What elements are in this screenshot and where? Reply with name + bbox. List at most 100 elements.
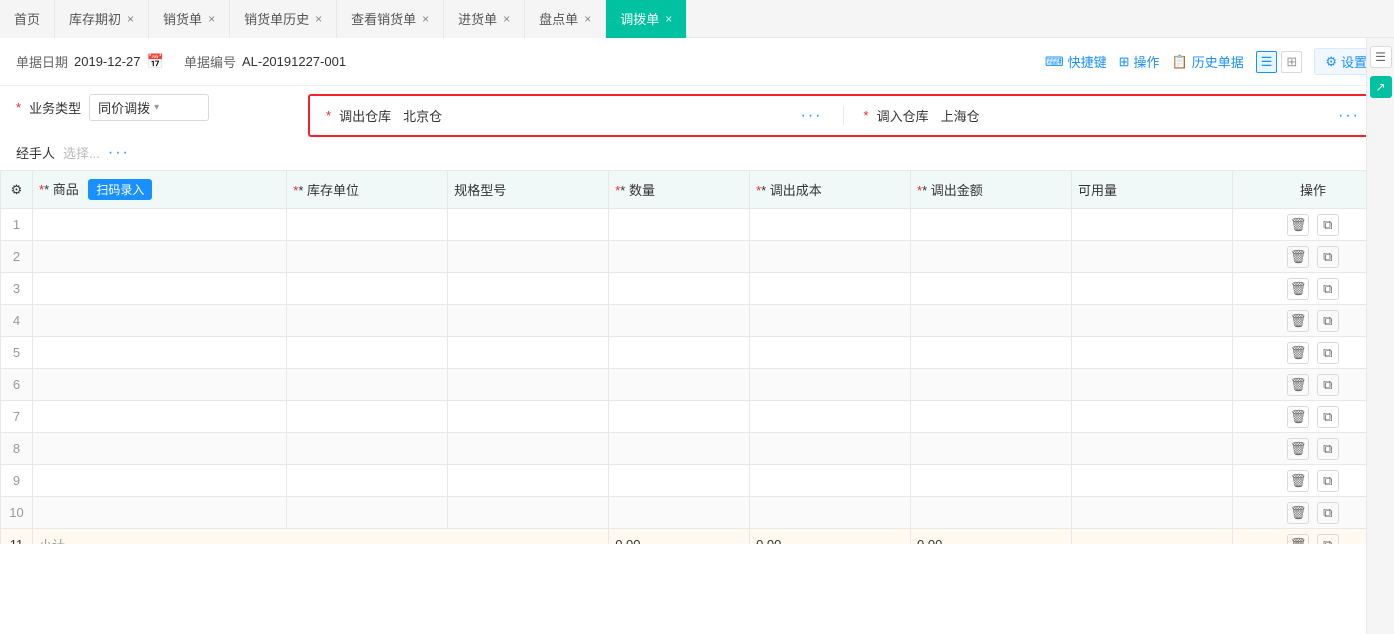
unit-cell-9[interactable] <box>287 465 448 497</box>
delete-btn-10[interactable]: 🗑 <box>1287 502 1309 524</box>
cost-cell-8[interactable] <box>750 433 911 465</box>
qty-cell-4[interactable] <box>609 305 750 337</box>
delete-btn-1[interactable]: 🗑 <box>1287 214 1309 236</box>
unit-cell-7[interactable] <box>287 401 448 433</box>
copy-btn-6[interactable]: ⧉ <box>1317 374 1339 396</box>
tab-sales-history-close[interactable]: × <box>315 12 322 26</box>
spec-cell-5[interactable] <box>448 337 609 369</box>
qty-cell-1[interactable] <box>609 209 750 241</box>
tab-view-sales-close[interactable]: × <box>422 12 429 26</box>
history-btn[interactable]: 📋 历史单据 <box>1172 52 1244 71</box>
spec-cell-6[interactable] <box>448 369 609 401</box>
unit-cell-3[interactable] <box>287 273 448 305</box>
qty-cell-8[interactable] <box>609 433 750 465</box>
delete-btn-5[interactable]: 🗑 <box>1287 342 1309 364</box>
cost-cell-1[interactable] <box>750 209 911 241</box>
panel-share-btn[interactable]: ↗ <box>1370 76 1392 98</box>
handler-more-btn[interactable]: ··· <box>108 144 130 162</box>
operations-btn[interactable]: ⊞ 操作 <box>1119 52 1160 71</box>
spec-cell-8[interactable] <box>448 433 609 465</box>
calendar-icon[interactable]: 📅 <box>147 53 164 70</box>
qty-cell-3[interactable] <box>609 273 750 305</box>
qty-cell-2[interactable] <box>609 241 750 273</box>
product-cell-3[interactable] <box>33 273 287 305</box>
spec-cell-3[interactable] <box>448 273 609 305</box>
amount-cell-5[interactable] <box>911 337 1072 369</box>
tab-transfer-close[interactable]: × <box>665 12 672 26</box>
tab-inventory-init[interactable]: 库存期初 × <box>55 0 149 38</box>
product-cell-9[interactable] <box>33 465 287 497</box>
tab-purchase-order[interactable]: 进货单 × <box>444 0 525 38</box>
tab-inventory-init-close[interactable]: × <box>127 12 134 26</box>
spec-cell-7[interactable] <box>448 401 609 433</box>
product-cell-5[interactable] <box>33 337 287 369</box>
business-type-dropdown[interactable]: 同价调拨 ▾ <box>89 94 209 121</box>
tab-view-sales[interactable]: 查看销货单 × <box>337 0 444 38</box>
panel-list-btn[interactable]: ☰ <box>1370 46 1392 68</box>
amount-cell-1[interactable] <box>911 209 1072 241</box>
delete-btn-7[interactable]: 🗑 <box>1287 406 1309 428</box>
delete-btn-9[interactable]: 🗑 <box>1287 470 1309 492</box>
qty-cell-10[interactable] <box>609 497 750 529</box>
grid-view-btn[interactable]: ⊞ <box>1281 51 1302 73</box>
scan-input-button[interactable]: 扫码录入 <box>88 179 152 200</box>
product-cell-1[interactable] <box>33 209 287 241</box>
delete-btn-4[interactable]: 🗑 <box>1287 310 1309 332</box>
tab-sales-order[interactable]: 销货单 × <box>149 0 230 38</box>
copy-btn-9[interactable]: ⧉ <box>1317 470 1339 492</box>
qty-cell-9[interactable] <box>609 465 750 497</box>
tab-stocktake-close[interactable]: × <box>584 12 591 26</box>
tab-sales-history[interactable]: 销货单历史 × <box>230 0 337 38</box>
amount-cell-4[interactable] <box>911 305 1072 337</box>
amount-cell-6[interactable] <box>911 369 1072 401</box>
cost-cell-10[interactable] <box>750 497 911 529</box>
spec-cell-4[interactable] <box>448 305 609 337</box>
copy-btn-3[interactable]: ⧉ <box>1317 278 1339 300</box>
copy-btn-10[interactable]: ⧉ <box>1317 502 1339 524</box>
unit-cell-1[interactable] <box>287 209 448 241</box>
copy-btn-7[interactable]: ⧉ <box>1317 406 1339 428</box>
cost-cell-9[interactable] <box>750 465 911 497</box>
amount-cell-3[interactable] <box>911 273 1072 305</box>
tab-home[interactable]: 首页 <box>0 0 55 38</box>
cost-cell-6[interactable] <box>750 369 911 401</box>
amount-cell-2[interactable] <box>911 241 1072 273</box>
amount-cell-7[interactable] <box>911 401 1072 433</box>
amount-cell-8[interactable] <box>911 433 1072 465</box>
delete-btn-11[interactable]: 🗑 <box>1287 534 1309 545</box>
product-cell-7[interactable] <box>33 401 287 433</box>
cost-cell-3[interactable] <box>750 273 911 305</box>
tab-stocktake[interactable]: 盘点单 × <box>525 0 606 38</box>
copy-btn-4[interactable]: ⧉ <box>1317 310 1339 332</box>
spec-cell-9[interactable] <box>448 465 609 497</box>
unit-cell-4[interactable] <box>287 305 448 337</box>
qty-cell-7[interactable] <box>609 401 750 433</box>
transfer-out-more-btn[interactable]: ··· <box>801 107 823 125</box>
tab-purchase-order-close[interactable]: × <box>503 12 510 26</box>
spec-cell-1[interactable] <box>448 209 609 241</box>
tab-sales-order-close[interactable]: × <box>208 12 215 26</box>
copy-btn-8[interactable]: ⧉ <box>1317 438 1339 460</box>
amount-cell-10[interactable] <box>911 497 1072 529</box>
delete-btn-8[interactable]: 🗑 <box>1287 438 1309 460</box>
spec-cell-2[interactable] <box>448 241 609 273</box>
unit-cell-2[interactable] <box>287 241 448 273</box>
copy-btn-1[interactable]: ⧉ <box>1317 214 1339 236</box>
shortcuts-btn[interactable]: ⌨ 快捷键 <box>1045 52 1107 71</box>
product-cell-10[interactable] <box>33 497 287 529</box>
product-cell-4[interactable] <box>33 305 287 337</box>
unit-cell-5[interactable] <box>287 337 448 369</box>
gear-icon[interactable]: ⚙ <box>11 182 23 197</box>
amount-cell-9[interactable] <box>911 465 1072 497</box>
tab-transfer[interactable]: 调拨单 × <box>606 0 687 38</box>
cost-cell-4[interactable] <box>750 305 911 337</box>
copy-btn-11[interactable]: ⧉ <box>1317 534 1339 545</box>
transfer-in-more-btn[interactable]: ··· <box>1338 107 1360 125</box>
unit-cell-6[interactable] <box>287 369 448 401</box>
delete-btn-3[interactable]: 🗑 <box>1287 278 1309 300</box>
delete-btn-2[interactable]: 🗑 <box>1287 246 1309 268</box>
cost-cell-5[interactable] <box>750 337 911 369</box>
list-view-btn[interactable]: ☰ <box>1256 51 1278 73</box>
product-cell-8[interactable] <box>33 433 287 465</box>
copy-btn-5[interactable]: ⧉ <box>1317 342 1339 364</box>
